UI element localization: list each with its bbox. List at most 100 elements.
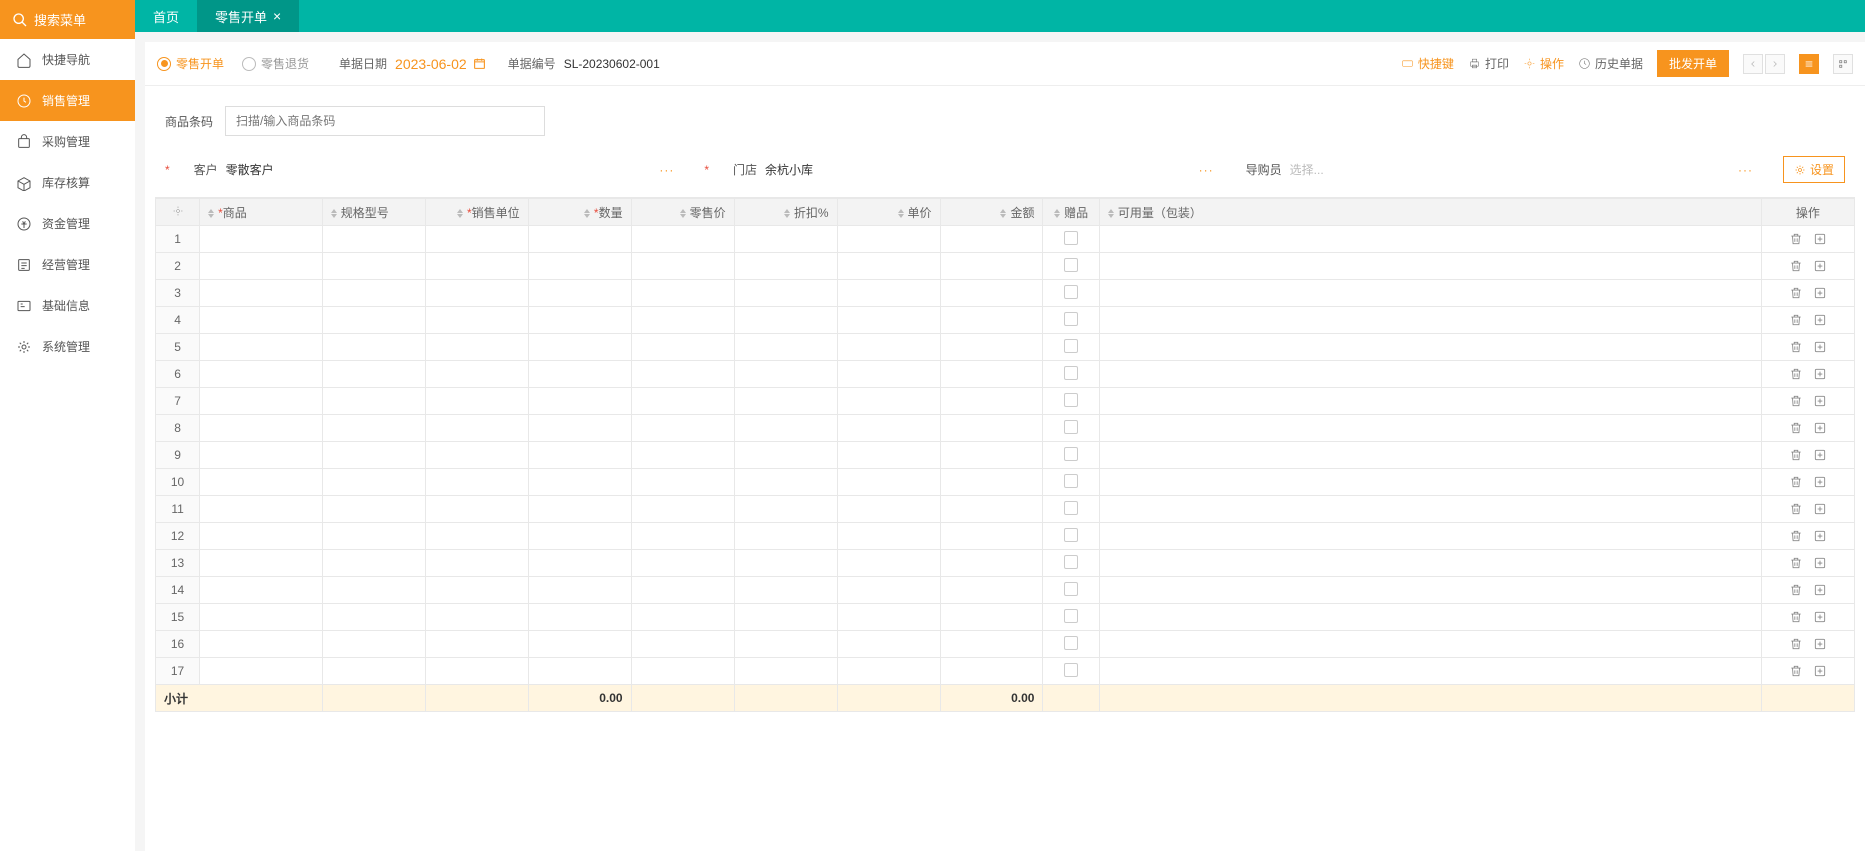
cell-unit-price[interactable] [837, 415, 940, 442]
cell-unit[interactable] [425, 253, 528, 280]
cell-discount[interactable] [734, 307, 837, 334]
cell-available[interactable] [1099, 334, 1761, 361]
cell-amount[interactable] [940, 361, 1043, 388]
th-discount[interactable]: 折扣% [734, 199, 837, 226]
cell-unit[interactable] [425, 658, 528, 685]
checkbox[interactable] [1064, 501, 1078, 515]
cell-gift[interactable] [1043, 253, 1099, 280]
add-row-icon[interactable] [1813, 313, 1827, 327]
cell-gift[interactable] [1043, 307, 1099, 334]
tab-home[interactable]: 首页 [135, 0, 197, 32]
cell-retail-price[interactable] [631, 523, 734, 550]
cell-unit-price[interactable] [837, 361, 940, 388]
cell-spec[interactable] [322, 442, 425, 469]
cell-retail-price[interactable] [631, 469, 734, 496]
table-row[interactable]: 8 [156, 415, 1855, 442]
add-row-icon[interactable] [1813, 286, 1827, 300]
more-icon[interactable]: ··· [659, 163, 674, 177]
cell-spec[interactable] [322, 415, 425, 442]
add-row-icon[interactable] [1813, 583, 1827, 597]
trash-icon[interactable] [1789, 340, 1803, 354]
cell-unit-price[interactable] [837, 388, 940, 415]
add-row-icon[interactable] [1813, 637, 1827, 651]
add-row-icon[interactable] [1813, 340, 1827, 354]
add-row-icon[interactable] [1813, 259, 1827, 273]
history-link[interactable]: 历史单据 [1578, 55, 1643, 72]
cell-spec[interactable] [322, 388, 425, 415]
cell-retail-price[interactable] [631, 253, 734, 280]
cell-unit[interactable] [425, 361, 528, 388]
cell-product[interactable] [200, 334, 323, 361]
trash-icon[interactable] [1789, 286, 1803, 300]
cell-gift[interactable] [1043, 631, 1099, 658]
cell-gift[interactable] [1043, 523, 1099, 550]
cell-retail-price[interactable] [631, 226, 734, 253]
cell-amount[interactable] [940, 280, 1043, 307]
print-link[interactable]: 打印 [1468, 55, 1509, 72]
checkbox[interactable] [1064, 366, 1078, 380]
table-row[interactable]: 6 [156, 361, 1855, 388]
tab-retail-order[interactable]: 零售开单 × [197, 0, 299, 32]
cell-product[interactable] [200, 226, 323, 253]
cell-spec[interactable] [322, 604, 425, 631]
cell-unit-price[interactable] [837, 577, 940, 604]
table-row[interactable]: 11 [156, 496, 1855, 523]
cell-unit[interactable] [425, 334, 528, 361]
cell-unit[interactable] [425, 604, 528, 631]
cell-discount[interactable] [734, 523, 837, 550]
cell-retail-price[interactable] [631, 631, 734, 658]
sidebar-item-purchase[interactable]: 采购管理 [0, 121, 135, 162]
trash-icon[interactable] [1789, 502, 1803, 516]
trash-icon[interactable] [1789, 610, 1803, 624]
cell-unit[interactable] [425, 442, 528, 469]
add-row-icon[interactable] [1813, 394, 1827, 408]
cell-spec[interactable] [322, 550, 425, 577]
cell-amount[interactable] [940, 658, 1043, 685]
cell-discount[interactable] [734, 280, 837, 307]
cell-product[interactable] [200, 496, 323, 523]
cell-discount[interactable] [734, 361, 837, 388]
trash-icon[interactable] [1789, 583, 1803, 597]
cell-retail-price[interactable] [631, 334, 734, 361]
table-row[interactable]: 15 [156, 604, 1855, 631]
cell-product[interactable] [200, 442, 323, 469]
add-row-icon[interactable] [1813, 232, 1827, 246]
checkbox[interactable] [1064, 636, 1078, 650]
cell-amount[interactable] [940, 307, 1043, 334]
th-gear[interactable] [156, 199, 200, 226]
sidebar-item-sales[interactable]: 销售管理 [0, 80, 135, 121]
cell-qty[interactable] [528, 307, 631, 334]
cell-amount[interactable] [940, 469, 1043, 496]
table-row[interactable]: 1 [156, 226, 1855, 253]
cell-amount[interactable] [940, 226, 1043, 253]
cell-product[interactable] [200, 550, 323, 577]
cell-unit[interactable] [425, 469, 528, 496]
checkbox[interactable] [1064, 447, 1078, 461]
add-row-icon[interactable] [1813, 475, 1827, 489]
trash-icon[interactable] [1789, 232, 1803, 246]
cell-qty[interactable] [528, 631, 631, 658]
cell-product[interactable] [200, 631, 323, 658]
cell-discount[interactable] [734, 631, 837, 658]
cell-spec[interactable] [322, 280, 425, 307]
add-row-icon[interactable] [1813, 502, 1827, 516]
table-row[interactable]: 13 [156, 550, 1855, 577]
cell-qty[interactable] [528, 361, 631, 388]
cell-qty[interactable] [528, 253, 631, 280]
cell-available[interactable] [1099, 361, 1761, 388]
cell-available[interactable] [1099, 307, 1761, 334]
cell-available[interactable] [1099, 631, 1761, 658]
add-row-icon[interactable] [1813, 664, 1827, 678]
cell-unit[interactable] [425, 496, 528, 523]
checkbox[interactable] [1064, 663, 1078, 677]
cell-unit-price[interactable] [837, 496, 940, 523]
checkbox[interactable] [1064, 420, 1078, 434]
cell-retail-price[interactable] [631, 361, 734, 388]
cell-discount[interactable] [734, 442, 837, 469]
cell-unit-price[interactable] [837, 307, 940, 334]
cell-available[interactable] [1099, 226, 1761, 253]
store-picker[interactable]: * 门店 余杭小库 ··· [704, 161, 1243, 178]
cell-product[interactable] [200, 253, 323, 280]
cell-gift[interactable] [1043, 604, 1099, 631]
cell-retail-price[interactable] [631, 658, 734, 685]
